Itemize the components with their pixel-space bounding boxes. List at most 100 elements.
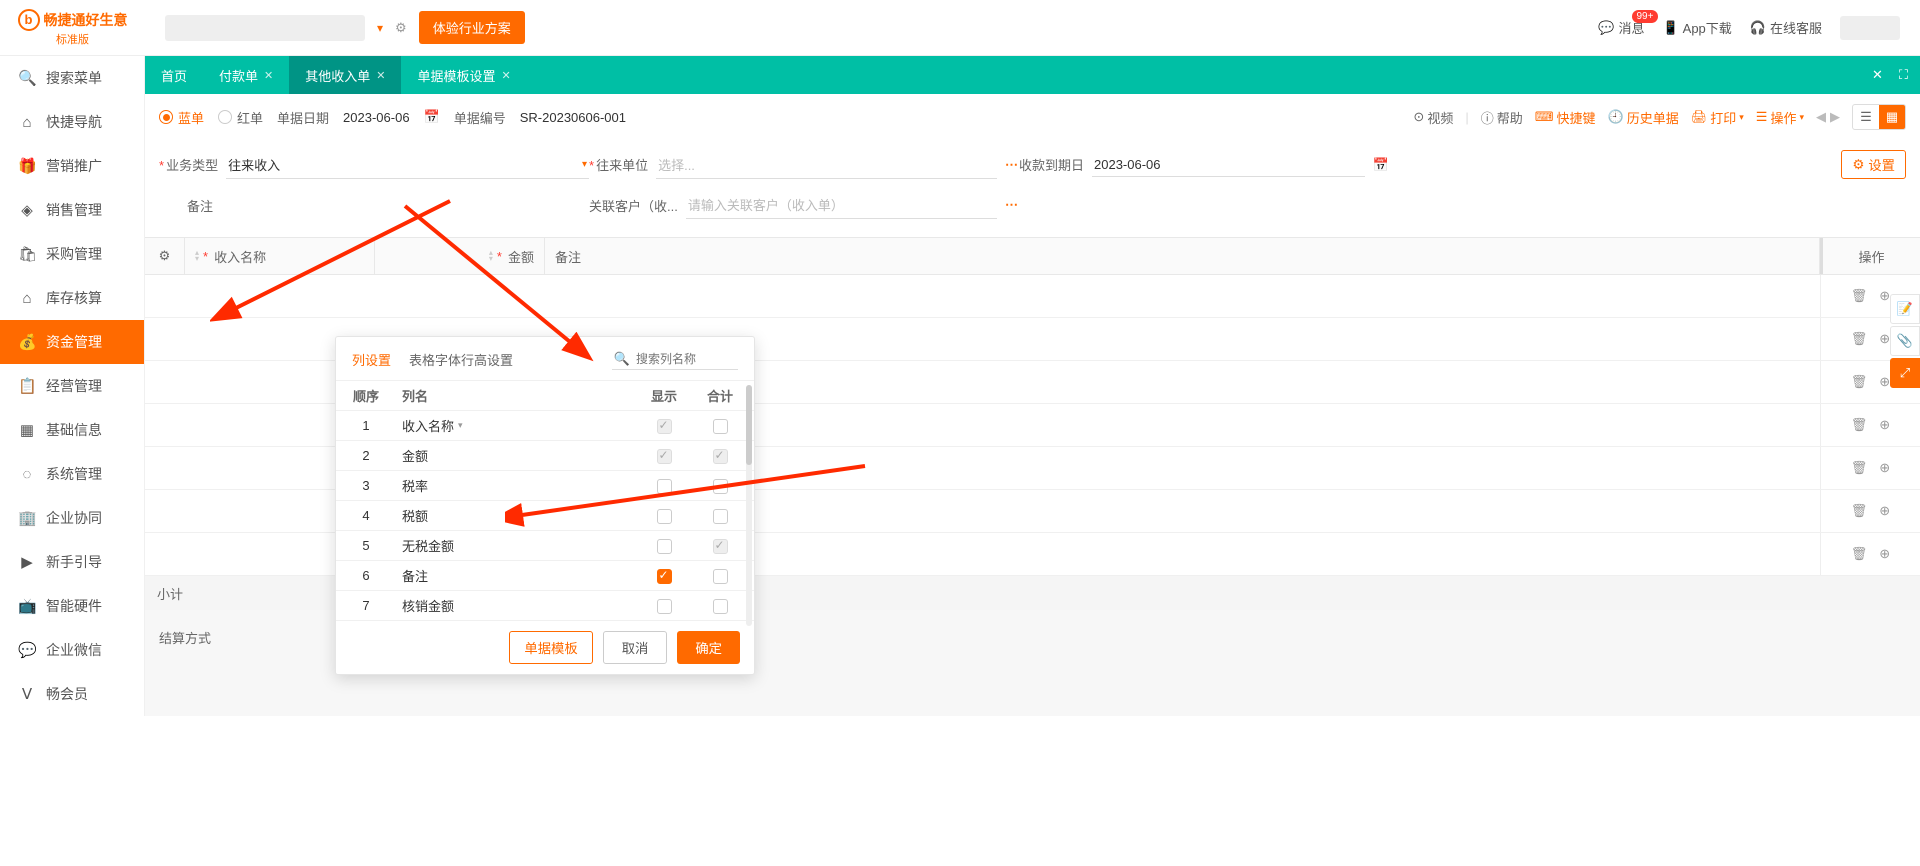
history-link[interactable]: 🕘历史单据: [1608, 108, 1679, 127]
sidebar-item[interactable]: 💬企业微信: [0, 628, 144, 672]
sidebar-item[interactable]: 🎁营销推广: [0, 144, 144, 188]
tab-fullscreen-icon[interactable]: ⛶: [1895, 63, 1912, 87]
cancel-button[interactable]: 取消: [603, 631, 668, 664]
next-doc-icon[interactable]: ▶: [1830, 109, 1840, 125]
right-rail-attach-icon[interactable]: 📎: [1890, 326, 1920, 356]
settlement-method-select[interactable]: 结算方式 ▾: [159, 628, 353, 647]
cp-header-col: 列名: [396, 386, 634, 405]
total-checkbox[interactable]: [713, 449, 728, 464]
col-header-remark[interactable]: 备注: [545, 238, 1820, 274]
show-checkbox[interactable]: [657, 419, 672, 434]
sidebar-item[interactable]: Ⅴ畅会员: [0, 672, 144, 716]
total-checkbox[interactable]: [713, 419, 728, 434]
delete-icon[interactable]: 🗑: [1851, 460, 1868, 476]
col-popup-tab-columns[interactable]: 列设置: [352, 350, 391, 369]
show-checkbox[interactable]: [657, 449, 672, 464]
sidebar-item[interactable]: 📺智能硬件: [0, 584, 144, 628]
sidebar-item[interactable]: ▶新手引导: [0, 540, 144, 584]
sidebar-item[interactable]: 🔍搜索菜单: [0, 56, 144, 100]
form-settings-button[interactable]: ⚙设置: [1841, 150, 1906, 179]
tab[interactable]: 付款单✕: [203, 56, 289, 94]
col-header-name[interactable]: ▴▾ *收入名称: [185, 238, 375, 274]
col-search-input[interactable]: [636, 352, 736, 366]
delete-icon[interactable]: 🗑: [1851, 288, 1868, 304]
explore-industry-button[interactable]: 体验行业方案: [419, 11, 525, 44]
total-checkbox[interactable]: [713, 509, 728, 524]
tab[interactable]: 其他收入单✕: [289, 56, 401, 94]
sidebar-item[interactable]: 📋经营管理: [0, 364, 144, 408]
user-avatar[interactable]: [1840, 16, 1900, 40]
view-list-icon[interactable]: ☰: [1853, 105, 1879, 129]
copy-icon[interactable]: ⊕: [1879, 546, 1890, 562]
doc-template-button[interactable]: 单据模板: [509, 631, 592, 664]
close-icon[interactable]: ✕: [376, 69, 385, 82]
print-link[interactable]: 🖨打印▾: [1691, 108, 1744, 127]
close-icon[interactable]: ✕: [264, 69, 273, 82]
party-more-icon[interactable]: ⋯: [1005, 157, 1019, 173]
delete-icon[interactable]: 🗑: [1851, 331, 1868, 347]
prev-doc-icon[interactable]: ◀: [1816, 109, 1826, 125]
sidebar-item[interactable]: ⌂快捷导航: [0, 100, 144, 144]
show-checkbox[interactable]: [657, 509, 672, 524]
copy-icon[interactable]: ⊕: [1879, 460, 1890, 476]
sidebar-item[interactable]: ◌系统管理: [0, 452, 144, 496]
help-link[interactable]: ⓘ帮助: [1481, 108, 1523, 127]
blue-doc-radio[interactable]: 蓝单: [159, 108, 204, 127]
tab[interactable]: 单据模板设置✕: [401, 56, 526, 94]
messages-link[interactable]: 💬 消息 99+: [1598, 18, 1644, 37]
copy-icon[interactable]: ⊕: [1879, 503, 1890, 519]
biz-type-select[interactable]: 往来收入 ▾: [226, 151, 589, 179]
due-date-input[interactable]: 2023-06-06: [1092, 153, 1365, 177]
video-link[interactable]: ⊙视频: [1413, 108, 1453, 127]
total-checkbox[interactable]: [713, 479, 728, 494]
view-card-icon[interactable]: ▦: [1879, 105, 1905, 129]
tab[interactable]: 首页: [145, 56, 203, 94]
calendar-icon[interactable]: 📅: [424, 109, 440, 125]
close-icon[interactable]: ✕: [502, 69, 511, 82]
party-select[interactable]: 选择...: [656, 151, 997, 179]
copy-icon[interactable]: ⊕: [1879, 374, 1890, 390]
sidebar-item[interactable]: ▦基础信息: [0, 408, 144, 452]
sidebar-item[interactable]: ⌂库存核算: [0, 276, 144, 320]
delete-icon[interactable]: 🗑: [1851, 503, 1868, 519]
show-checkbox[interactable]: [657, 599, 672, 614]
table-row[interactable]: 🗑⊕: [145, 275, 1920, 318]
sidebar-item[interactable]: ◈销售管理: [0, 188, 144, 232]
shortcut-link[interactable]: ⌨快捷键: [1535, 108, 1596, 127]
remark-input[interactable]: [221, 201, 589, 209]
ops-link[interactable]: ☰操作▾: [1756, 108, 1804, 127]
sidebar-item[interactable]: 🏢企业协同: [0, 496, 144, 540]
popup-scrollbar[interactable]: [746, 385, 752, 626]
right-rail-expand-icon[interactable]: ⤢: [1890, 358, 1920, 388]
related-customer-more-icon[interactable]: ⋯: [1005, 197, 1019, 213]
show-checkbox[interactable]: [657, 479, 672, 494]
doc-date-value[interactable]: 2023-06-06: [343, 110, 410, 125]
org-settings-icon[interactable]: ⚙: [395, 20, 407, 36]
delete-icon[interactable]: 🗑: [1851, 546, 1868, 562]
app-download-link[interactable]: 📱 App下载: [1662, 18, 1731, 37]
copy-icon[interactable]: ⊕: [1879, 288, 1890, 304]
delete-icon[interactable]: 🗑: [1851, 417, 1868, 433]
online-service-link[interactable]: 🎧 在线客服: [1750, 18, 1822, 37]
delete-icon[interactable]: 🗑: [1851, 374, 1868, 390]
confirm-button[interactable]: 确定: [677, 631, 740, 664]
show-checkbox[interactable]: [657, 539, 672, 554]
column-settings-button[interactable]: ⚙: [145, 238, 185, 274]
copy-icon[interactable]: ⊕: [1879, 331, 1890, 347]
calendar-icon[interactable]: 📅: [1373, 157, 1389, 173]
org-name-placeholder[interactable]: [165, 15, 365, 41]
copy-icon[interactable]: ⊕: [1879, 417, 1890, 433]
total-checkbox[interactable]: [713, 599, 728, 614]
right-rail-note-icon[interactable]: 📝: [1890, 294, 1920, 324]
sidebar-item[interactable]: 💰资金管理: [0, 320, 144, 364]
col-header-amount[interactable]: ▴▾ *金额: [375, 238, 545, 274]
show-checkbox[interactable]: [657, 569, 672, 584]
col-popup-tab-font[interactable]: 表格字体行高设置: [409, 350, 513, 369]
tab-close-all-icon[interactable]: ✕: [1868, 63, 1887, 87]
org-caret-icon[interactable]: ▾: [377, 21, 383, 35]
red-doc-radio[interactable]: 红单: [218, 108, 263, 127]
sidebar-item[interactable]: 🛍采购管理: [0, 232, 144, 276]
total-checkbox[interactable]: [713, 539, 728, 554]
total-checkbox[interactable]: [713, 569, 728, 584]
related-customer-input[interactable]: 请输入关联客户（收入单）: [686, 191, 997, 219]
